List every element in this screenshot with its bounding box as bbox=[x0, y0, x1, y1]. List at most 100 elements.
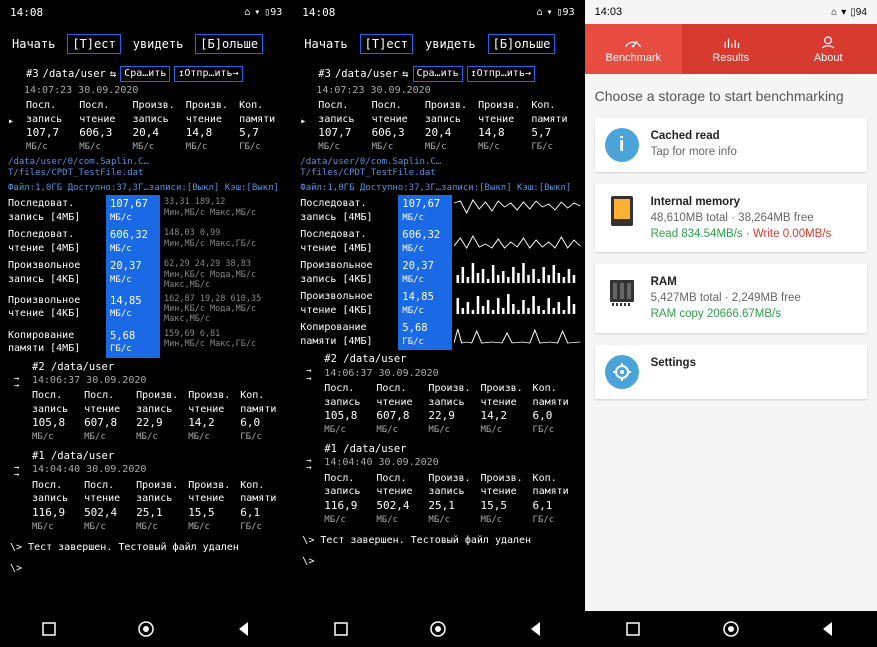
terminal-prompt: \> bbox=[296, 551, 580, 573]
content-area: #3 /data/user ⇆ Сра…ить ↥Отпр…ить→ 14:07… bbox=[0, 64, 292, 611]
result-row: Последоват.запись [4МБ]107,67МБ/с bbox=[296, 195, 580, 226]
start-button[interactable]: Начать bbox=[6, 35, 61, 53]
result-row: Произвольноезапись [4КБ]20,37МБ/с62,29 2… bbox=[4, 257, 288, 292]
run-title: #2 /data/user bbox=[324, 352, 580, 366]
status-bar: 14:03 ⌂ ▾ ▯94 bbox=[585, 0, 877, 24]
nav-bar bbox=[0, 611, 292, 647]
tab-about[interactable]: About bbox=[779, 24, 876, 74]
cast-icon: ⌂ bbox=[536, 7, 542, 18]
run-number: #3 bbox=[318, 67, 331, 81]
file-info-line: Файл:1,0ГБ Доступно:37,3Г…записи:[Выкл] … bbox=[4, 181, 288, 196]
result-row: Произвольноечтение [4КБ]14,85МБ/с bbox=[296, 288, 580, 319]
run-2-block[interactable]: →→ #2 /data/user 14:06:37 30.09.2020 Пос… bbox=[296, 350, 580, 440]
chevron-right-icon: ▸ bbox=[8, 115, 14, 129]
status-bar: 14:08 ⌂ ▾ ▯93 bbox=[292, 0, 584, 24]
compare-button[interactable]: Сра…ить bbox=[120, 66, 170, 82]
expand-icon: →→ bbox=[14, 376, 19, 390]
send-button[interactable]: ↥Отпр…ить→ bbox=[467, 66, 535, 82]
menu-row: Начать [Т]ест увидеть [Б]ольше bbox=[0, 24, 292, 64]
card-subtitle: Tap for more info bbox=[651, 144, 857, 160]
run-1-block[interactable]: →→ #1 /data/user 14:04:40 30.09.2020 Пос… bbox=[4, 447, 288, 537]
nav-home-icon[interactable] bbox=[136, 619, 156, 639]
result-row: Последоват.чтение [4МБ]606,32МБ/с148,03 … bbox=[4, 226, 288, 257]
tab-label: Benchmark bbox=[605, 52, 661, 64]
cast-icon: ⌂ bbox=[831, 7, 837, 18]
chevron-right-icon: ▸ bbox=[300, 115, 306, 129]
run-path: /data/user bbox=[43, 67, 106, 81]
start-button[interactable]: Начать bbox=[298, 35, 353, 53]
status-icons: ⌂ ▾ ▯93 bbox=[244, 7, 282, 18]
run-timestamp: 14:07:23 30.09.2020 bbox=[296, 84, 580, 98]
wifi-icon: ▾ bbox=[841, 7, 846, 18]
ram-icon bbox=[605, 274, 639, 308]
see-button[interactable]: увидеть bbox=[127, 35, 190, 53]
card-title: RAM bbox=[651, 274, 857, 290]
menu-row: Начать [Т]ест увидеть [Б]ольше bbox=[292, 24, 584, 64]
result-row: Копированиепамяти [4МБ]5,68ГБ/с159,69 6,… bbox=[4, 327, 288, 358]
see-button[interactable]: увидеть bbox=[419, 35, 482, 53]
result-row: Копированиепамяти [4МБ]5,68ГБ/с bbox=[296, 319, 580, 350]
result-row: Произвольноезапись [4КБ]20,37МБ/с bbox=[296, 257, 580, 288]
more-button[interactable]: [Б]ольше bbox=[195, 34, 263, 54]
summary-block: ▸ Посл.запись107,7МБ/с Посл.чтение606,3М… bbox=[296, 97, 580, 155]
nav-home-icon[interactable] bbox=[428, 619, 448, 639]
more-button[interactable]: [Б]ольше bbox=[488, 34, 556, 54]
run-timestamp: 14:04:40 30.09.2020 bbox=[324, 456, 580, 470]
card-cached-read[interactable]: i Cached read Tap for more info bbox=[595, 118, 867, 172]
storage-icon bbox=[605, 194, 639, 228]
nav-bar bbox=[585, 611, 877, 647]
run-cols: Посл.запись105,8МБ/с Посл.чтение607,8МБ/… bbox=[324, 380, 580, 438]
result-row: Произвольноечтение [4КБ]14,85МБ/с162,87 … bbox=[4, 292, 288, 327]
card-subtitle: 48,610MB total · 38,264MB free bbox=[651, 210, 857, 226]
test-button[interactable]: [Т]ест bbox=[67, 34, 120, 54]
compare-button[interactable]: Сра…ить bbox=[413, 66, 463, 82]
nav-recent-icon[interactable] bbox=[331, 619, 351, 639]
run-1-block[interactable]: →→ #1 /data/user 14:04:40 30.09.2020 Пос… bbox=[296, 440, 580, 530]
gear-icon bbox=[605, 355, 639, 389]
nav-bar bbox=[292, 611, 584, 647]
send-button[interactable]: ↥Отпр…ить→ bbox=[174, 66, 242, 82]
tab-results[interactable]: Results bbox=[682, 24, 779, 74]
expand-icon: →→ bbox=[14, 465, 19, 479]
run-timestamp: 14:07:23 30.09.2020 bbox=[4, 84, 288, 98]
test-button[interactable]: [Т]ест bbox=[360, 34, 413, 54]
nav-home-icon[interactable] bbox=[721, 619, 741, 639]
summary-cols: Посл.запись107,7МБ/с Посл.чтение606,3МБ/… bbox=[296, 97, 580, 155]
nav-back-icon[interactable] bbox=[234, 619, 254, 639]
file-path-line: /data/user/0/com.Saplin.C…T/files/CPDT_T… bbox=[4, 155, 288, 181]
leftright-icon: ⇆ bbox=[110, 67, 116, 81]
cast-icon: ⌂ bbox=[244, 7, 250, 18]
run-cols: Посл.запись116,9МБ/с Посл.чтение502,4МБ/… bbox=[324, 470, 580, 528]
run-2-block[interactable]: →→ #2 /data/user 14:06:37 30.09.2020 Пос… bbox=[4, 358, 288, 448]
terminal-prompt: \> bbox=[4, 558, 288, 580]
card-internal-memory[interactable]: Internal memory 48,610MB total · 38,264M… bbox=[595, 184, 867, 252]
card-title: Cached read bbox=[651, 128, 857, 144]
tab-benchmark[interactable]: Benchmark bbox=[585, 24, 682, 74]
phone-left: 14:08 ⌂ ▾ ▯93 Начать [Т]ест увидеть [Б]о… bbox=[0, 0, 292, 647]
tab-label: About bbox=[814, 52, 843, 64]
terminal-line: \> Тест завершен. Тестовый файл удален bbox=[4, 537, 288, 559]
run-title: #1 /data/user bbox=[324, 442, 580, 456]
card-settings[interactable]: Settings bbox=[595, 345, 867, 399]
page-title: Choose a storage to start benchmarking bbox=[595, 88, 867, 104]
status-bar: 14:08 ⌂ ▾ ▯93 bbox=[0, 0, 292, 24]
card-metrics: Read 834.54MB/s · Write 0.00MB/s bbox=[651, 226, 857, 242]
battery-icon: ▯93 bbox=[557, 7, 575, 18]
info-icon: i bbox=[605, 128, 639, 162]
card-ram[interactable]: RAM 5,427MB total · 2,249MB free RAM cop… bbox=[595, 264, 867, 332]
terminal-line: \> Тест завершен. Тестовый файл удален bbox=[296, 530, 580, 552]
result-row: Последоват.чтение [4МБ]606,32МБ/с bbox=[296, 226, 580, 257]
run-timestamp: 14:04:40 30.09.2020 bbox=[32, 463, 288, 477]
nav-recent-icon[interactable] bbox=[623, 619, 643, 639]
wifi-icon: ▾ bbox=[254, 7, 260, 18]
status-icons: ⌂ ▾ ▯93 bbox=[536, 7, 574, 18]
nav-recent-icon[interactable] bbox=[39, 619, 59, 639]
battery-icon: ▯94 bbox=[850, 7, 867, 18]
content-area: #3 /data/user ⇆ Сра…ить ↥Отпр…ить→ 14:07… bbox=[292, 64, 584, 611]
summary-block: ▸ Посл.запись107,7МБ/с Посл.чтение606,3М… bbox=[4, 97, 288, 155]
phone-right: 14:03 ⌂ ▾ ▯94 Benchmark Results About Ch… bbox=[585, 0, 877, 647]
battery-icon: ▯93 bbox=[264, 7, 282, 18]
nav-back-icon[interactable] bbox=[818, 619, 838, 639]
run-cols: Посл.запись105,8МБ/с Посл.чтение607,8МБ/… bbox=[32, 387, 288, 445]
nav-back-icon[interactable] bbox=[526, 619, 546, 639]
